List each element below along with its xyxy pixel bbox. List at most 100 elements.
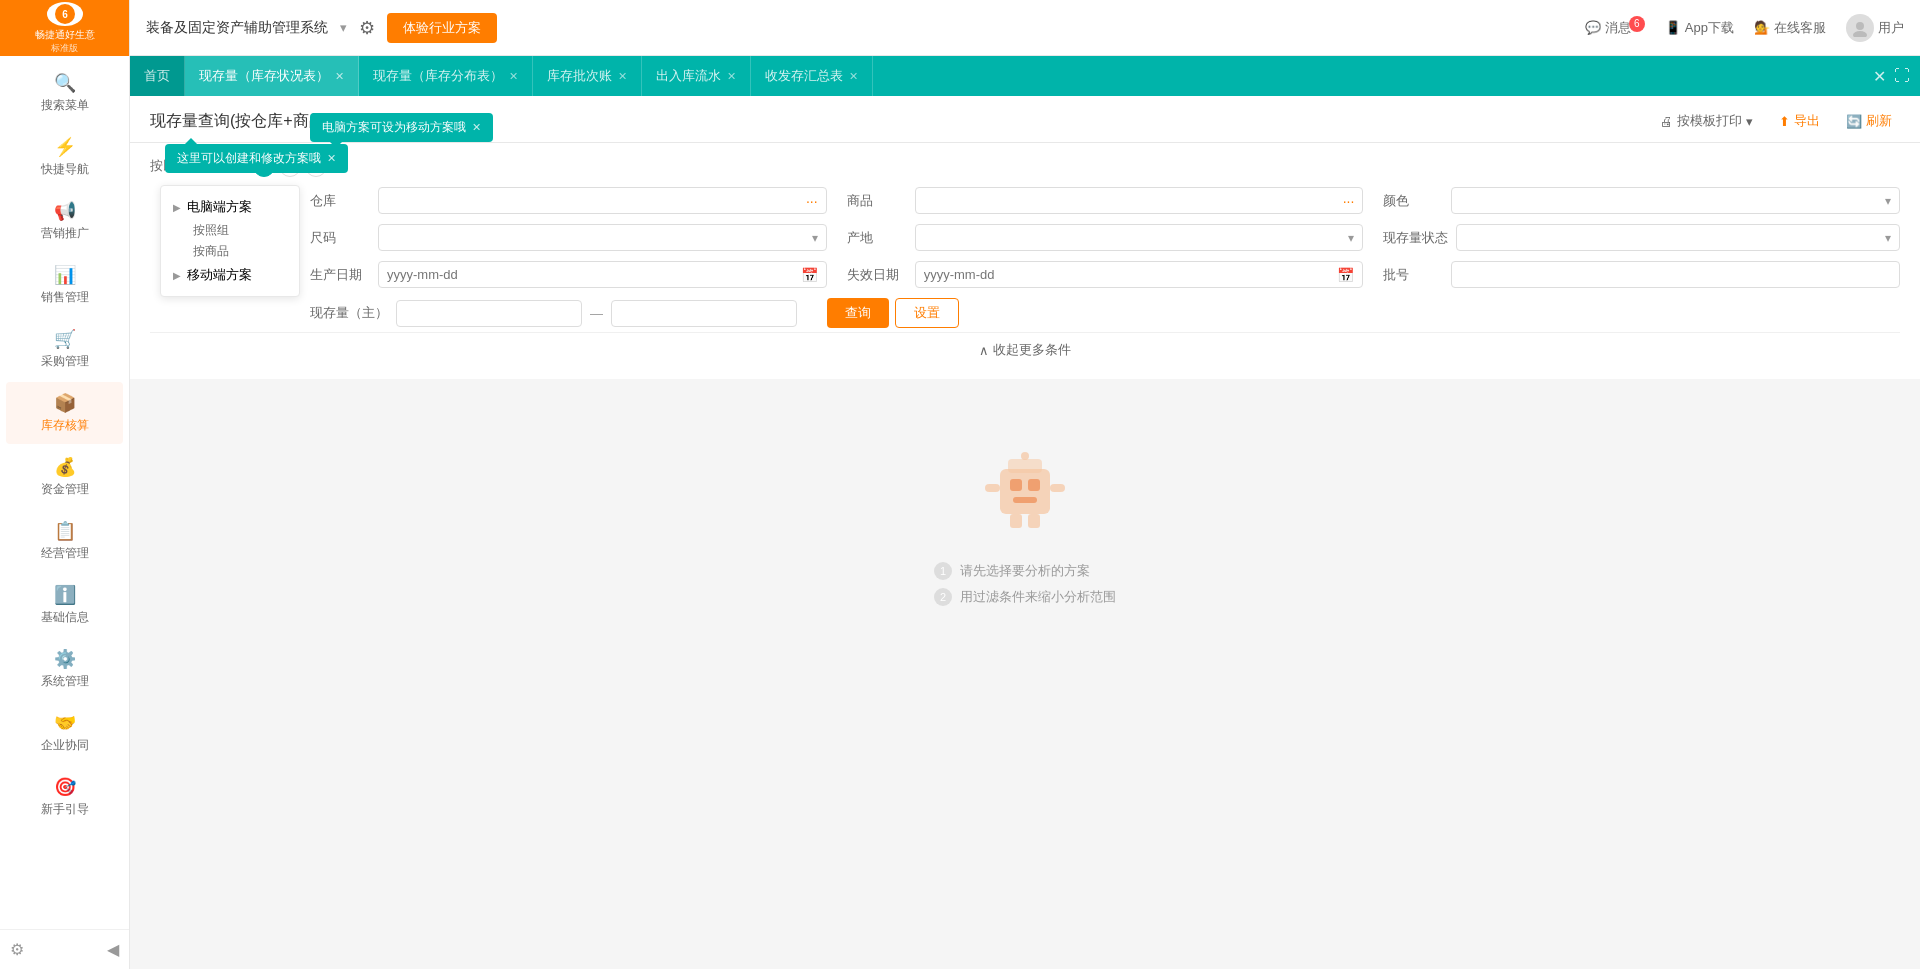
- origin-input[interactable]: [916, 225, 1341, 250]
- filter-field-expire-date: 失效日期 📅: [847, 261, 1364, 288]
- content-area: 现存量查询(按仓库+商品) 🖨 按模板打印 ▾ ⬆ 导出 🔄 刷新: [130, 96, 1920, 969]
- color-input[interactable]: [1452, 188, 1877, 213]
- scheme-desktop-child-1[interactable]: 按商品: [189, 241, 287, 262]
- refresh-btn[interactable]: 🔄 刷新: [1838, 108, 1900, 134]
- sidebar-item-quicknav-label: 快捷导航: [41, 161, 89, 178]
- refresh-icon: 🔄: [1846, 114, 1862, 129]
- filter-grid-1: 仓库 ··· 商品 ··· 颜色: [310, 187, 1900, 214]
- filter-field-size: 尺码 ▾: [310, 224, 827, 251]
- svg-point-3: [1853, 31, 1867, 37]
- system-title-dropdown-icon[interactable]: ▾: [340, 20, 347, 35]
- user-item[interactable]: 用户: [1846, 14, 1904, 42]
- messages-item[interactable]: 💬 消息 6: [1585, 19, 1645, 37]
- tab-inout-flow-close[interactable]: ✕: [727, 70, 736, 83]
- finance-icon: 💰: [54, 456, 76, 478]
- export-icon: ⬆: [1779, 114, 1790, 129]
- tab-inventory-dist[interactable]: 现存量（库存分布表） ✕: [359, 56, 533, 96]
- system-title: 装备及固定资产辅助管理系统: [146, 19, 328, 37]
- tab-inout-flow[interactable]: 出入库流水 ✕: [642, 56, 751, 96]
- filter-field-color: 颜色 ▾: [1383, 187, 1900, 214]
- reset-btn[interactable]: 设置: [895, 298, 959, 328]
- svg-rect-10: [1010, 514, 1022, 528]
- tab-close-all-icon[interactable]: ✕: [1873, 67, 1886, 86]
- sidebar-item-basicinfo[interactable]: ℹ️ 基础信息: [6, 574, 123, 636]
- sidebar-item-inventory[interactable]: 📦 库存核算: [6, 382, 123, 444]
- topbar-right: 💬 消息 6 📱 App下载 💁 在线客服 用户: [1585, 14, 1904, 42]
- scheme-desktop-child-0[interactable]: 按照组: [189, 220, 287, 241]
- page-title: 现存量查询(按仓库+商品): [150, 111, 330, 132]
- tab-home[interactable]: 首页: [130, 56, 185, 96]
- sidebar-item-guide[interactable]: 🎯 新手引导: [6, 766, 123, 828]
- settings-bottom-icon[interactable]: ⚙: [10, 940, 24, 959]
- industry-btn[interactable]: 体验行业方案: [387, 13, 497, 43]
- scheme-mobile[interactable]: ▶ 移动端方案: [173, 262, 287, 288]
- svg-rect-9: [1050, 484, 1065, 492]
- goods-dots-icon[interactable]: ···: [1335, 193, 1363, 209]
- tab-summary[interactable]: 收发存汇总表 ✕: [751, 56, 873, 96]
- export-btn[interactable]: ⬆ 导出: [1771, 108, 1828, 134]
- scheme-tooltip-2-close[interactable]: ✕: [327, 152, 336, 165]
- settings-icon[interactable]: ⚙: [359, 17, 375, 39]
- tab-summary-close[interactable]: ✕: [849, 70, 858, 83]
- filter-area: 按以下方案查询 + ↺ « 电脑方案可设为移动方案哦 ✕: [130, 143, 1920, 379]
- stock-min-input[interactable]: [397, 301, 581, 326]
- sidebar-item-finance[interactable]: 💰 资金管理: [6, 446, 123, 508]
- sidebar-item-basicinfo-label: 基础信息: [41, 609, 89, 626]
- logo-icon: 6: [47, 2, 83, 26]
- tab-fullscreen-icon[interactable]: ⛶: [1894, 67, 1910, 85]
- online-service-item[interactable]: 💁 在线客服: [1754, 19, 1826, 37]
- batch-input[interactable]: [1452, 262, 1899, 287]
- search-btn[interactable]: 查询: [827, 298, 889, 328]
- logo-sub-label: 标准版: [51, 42, 78, 55]
- tab-inout-flow-label: 出入库流水: [656, 67, 721, 85]
- topbar: 装备及固定资产辅助管理系统 ▾ ⚙ 体验行业方案 💬 消息 6 📱 App下载 …: [130, 0, 1920, 56]
- size-arrow-icon[interactable]: ▾: [804, 231, 826, 245]
- warehouse-input[interactable]: [379, 188, 798, 213]
- tab-inventory-status-close[interactable]: ✕: [335, 70, 344, 83]
- tab-batch-ledger-close[interactable]: ✕: [618, 70, 627, 83]
- collapse-btn[interactable]: ∧ 收起更多条件: [979, 341, 1071, 359]
- sidebar-item-sales[interactable]: 📊 销售管理: [6, 254, 123, 316]
- print-btn[interactable]: 🖨 按模板打印 ▾: [1652, 108, 1761, 134]
- svg-point-13: [1021, 452, 1029, 460]
- online-service-label: 在线客服: [1774, 19, 1826, 37]
- produce-date-input[interactable]: [379, 262, 793, 287]
- sidebar-item-purchase[interactable]: 🛒 采购管理: [6, 318, 123, 380]
- origin-arrow-icon[interactable]: ▾: [1340, 231, 1362, 245]
- filter-field-stock-status: 现存量状态 ▾: [1383, 224, 1900, 251]
- color-arrow-icon[interactable]: ▾: [1877, 194, 1899, 208]
- size-input[interactable]: [379, 225, 804, 250]
- scheme-desktop[interactable]: ▶ 电脑端方案: [173, 194, 287, 220]
- sidebar-item-marketing-label: 营销推广: [41, 225, 89, 242]
- stock-status-input[interactable]: [1457, 225, 1877, 250]
- goods-input[interactable]: [916, 188, 1335, 213]
- tab-inventory-status[interactable]: 现存量（库存状况表） ✕: [185, 56, 359, 96]
- scheme-tooltip-1-close[interactable]: ✕: [472, 121, 481, 134]
- sidebar-item-system[interactable]: ⚙️ 系统管理: [6, 638, 123, 700]
- tab-batch-ledger[interactable]: 库存批次账 ✕: [533, 56, 642, 96]
- scheme-mobile-label: 移动端方案: [187, 266, 252, 284]
- scheme-desktop-children: 按照组 按商品: [189, 220, 287, 262]
- filter-field-origin: 产地 ▾: [847, 224, 1364, 251]
- expire-date-input[interactable]: [916, 262, 1330, 287]
- tab-batch-ledger-label: 库存批次账: [547, 67, 612, 85]
- tab-inventory-dist-close[interactable]: ✕: [509, 70, 518, 83]
- sidebar-item-collab[interactable]: 🤝 企业协同: [6, 702, 123, 764]
- stock-status-arrow-icon[interactable]: ▾: [1877, 231, 1899, 245]
- sidebar-bottom: ⚙ ◀: [0, 929, 129, 969]
- step-1-num: 1: [934, 562, 952, 580]
- tab-inventory-dist-label: 现存量（库存分布表）: [373, 67, 503, 85]
- sidebar-item-search[interactable]: 🔍 搜索菜单: [6, 62, 123, 124]
- sidebar-item-marketing[interactable]: 📢 营销推广: [6, 190, 123, 252]
- app-download-item[interactable]: 📱 App下载: [1665, 19, 1734, 37]
- sidebar-item-quicknav[interactable]: ⚡ 快捷导航: [6, 126, 123, 188]
- expire-date-calendar-icon[interactable]: 📅: [1329, 267, 1362, 283]
- produce-date-calendar-icon[interactable]: 📅: [793, 267, 826, 283]
- collapse-sidebar-icon[interactable]: ◀: [107, 940, 119, 959]
- sidebar-item-operations[interactable]: 📋 经营管理: [6, 510, 123, 572]
- stock-max-input[interactable]: [612, 301, 796, 326]
- filter-collapse-row: ∧ 收起更多条件: [150, 332, 1900, 367]
- filter-field-warehouse: 仓库 ···: [310, 187, 827, 214]
- warehouse-dots-icon[interactable]: ···: [798, 193, 826, 209]
- sidebar-item-guide-label: 新手引导: [41, 801, 89, 818]
